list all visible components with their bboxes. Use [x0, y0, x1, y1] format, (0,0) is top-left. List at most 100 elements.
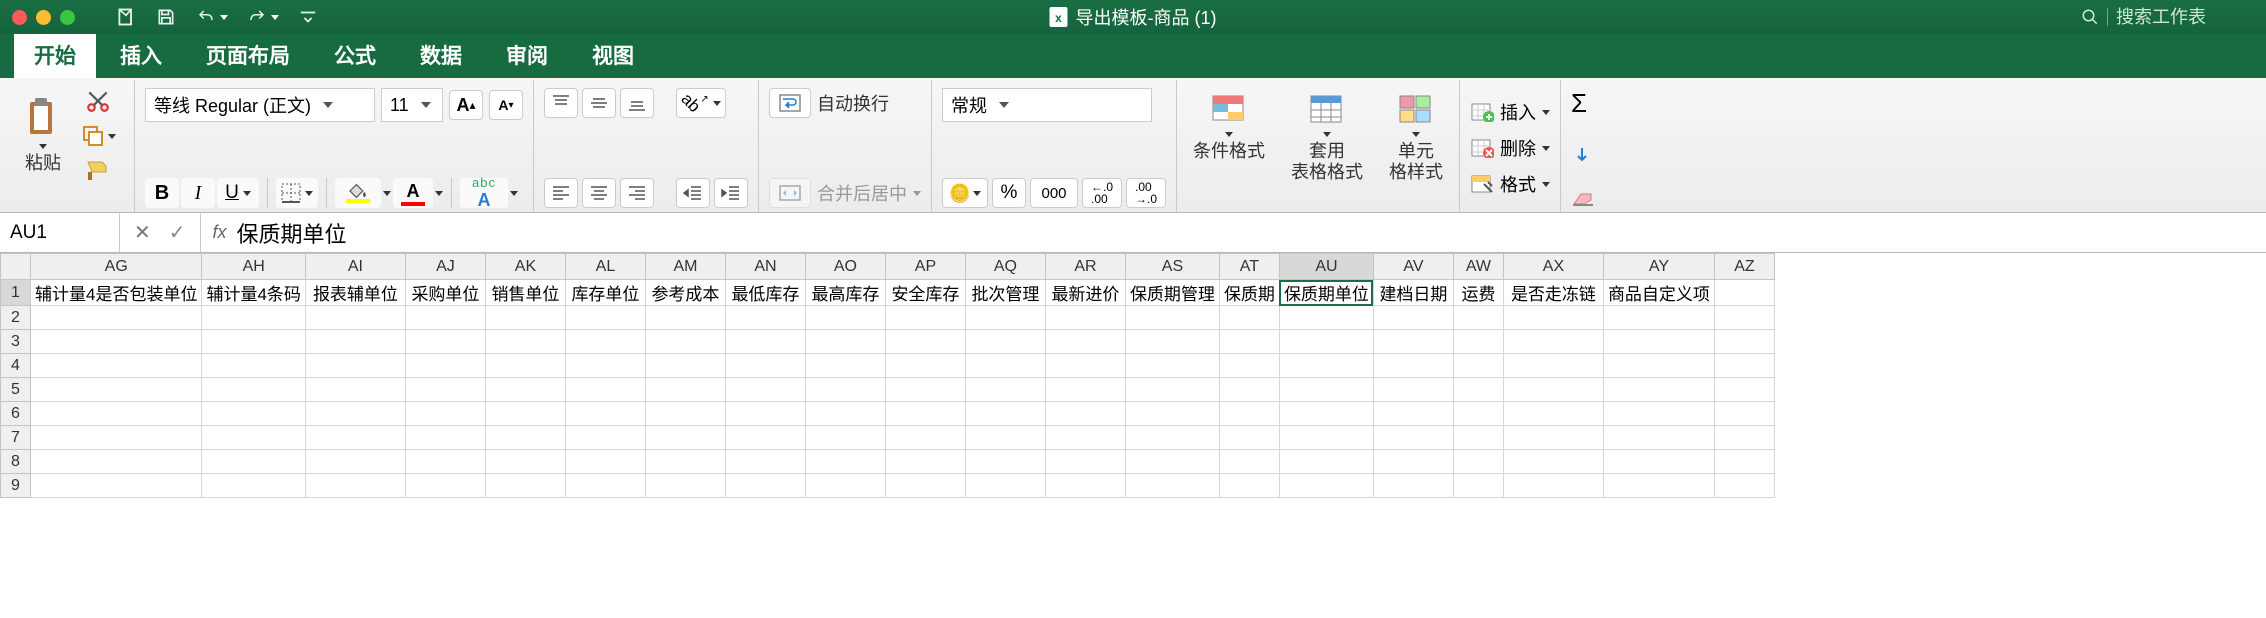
- close-window-button[interactable]: [12, 10, 27, 25]
- paste-button[interactable]: 粘贴: [18, 92, 68, 178]
- clear-icon[interactable]: [1571, 190, 1595, 208]
- cell-AG8[interactable]: [31, 450, 202, 474]
- name-box-up[interactable]: [99, 222, 109, 232]
- cell-AH9[interactable]: [202, 474, 305, 498]
- orientation-button[interactable]: ab↗: [676, 88, 726, 118]
- cell-AL4[interactable]: [565, 354, 645, 378]
- cell-AV5[interactable]: [1373, 378, 1453, 402]
- cell-AQ4[interactable]: [965, 354, 1045, 378]
- cell-AN6[interactable]: [725, 402, 805, 426]
- column-header-AO[interactable]: AO: [805, 254, 885, 280]
- cell-AS3[interactable]: [1125, 330, 1219, 354]
- cell-AP8[interactable]: [885, 450, 965, 474]
- cell-AM8[interactable]: [645, 450, 725, 474]
- cell-AU1[interactable]: 保质期单位: [1279, 280, 1373, 306]
- cell-AT4[interactable]: [1219, 354, 1279, 378]
- cell-AQ2[interactable]: [965, 306, 1045, 330]
- cell-AM3[interactable]: [645, 330, 725, 354]
- cell-AH2[interactable]: [202, 306, 305, 330]
- cell-AU6[interactable]: [1279, 402, 1373, 426]
- font-size-select[interactable]: 11: [381, 88, 443, 122]
- cell-AX4[interactable]: [1503, 354, 1603, 378]
- row-header-6[interactable]: 6: [1, 402, 31, 426]
- cell-AV3[interactable]: [1373, 330, 1453, 354]
- cell-AV6[interactable]: [1373, 402, 1453, 426]
- cell-AY8[interactable]: [1603, 450, 1714, 474]
- cell-AU3[interactable]: [1279, 330, 1373, 354]
- align-bottom-button[interactable]: [620, 88, 654, 118]
- fill-icon[interactable]: [1571, 145, 1593, 165]
- cell-AW5[interactable]: [1453, 378, 1503, 402]
- cell-AQ9[interactable]: [965, 474, 1045, 498]
- cell-AV2[interactable]: [1373, 306, 1453, 330]
- cell-AK6[interactable]: [485, 402, 565, 426]
- column-header-AV[interactable]: AV: [1373, 254, 1453, 280]
- cell-AJ4[interactable]: [405, 354, 485, 378]
- enter-formula-icon[interactable]: ✓: [169, 220, 186, 245]
- redo-icon[interactable]: [246, 6, 268, 28]
- column-header-AH[interactable]: AH: [202, 254, 305, 280]
- column-header-AY[interactable]: AY: [1603, 254, 1714, 280]
- cell-AQ5[interactable]: [965, 378, 1045, 402]
- phonetic-button[interactable]: abcA: [460, 178, 508, 208]
- cell-AJ9[interactable]: [405, 474, 485, 498]
- name-box-down[interactable]: [99, 234, 109, 244]
- increase-indent-button[interactable]: [714, 178, 748, 208]
- underline-button[interactable]: U: [217, 178, 259, 208]
- decrease-font-button[interactable]: A▾: [489, 90, 523, 120]
- cell-AI1[interactable]: 报表辅单位: [305, 280, 405, 306]
- cell-AO1[interactable]: 最高库存: [805, 280, 885, 306]
- font-name-select[interactable]: 等线 Regular (正文): [145, 88, 375, 122]
- zoom-window-button[interactable]: [60, 10, 75, 25]
- cell-AM1[interactable]: 参考成本: [645, 280, 725, 306]
- cell-AZ3[interactable]: [1714, 330, 1774, 354]
- cell-AX6[interactable]: [1503, 402, 1603, 426]
- cell-AY1[interactable]: 商品自定义项: [1603, 280, 1714, 306]
- cell-AK3[interactable]: [485, 330, 565, 354]
- cell-AK7[interactable]: [485, 426, 565, 450]
- cell-AN5[interactable]: [725, 378, 805, 402]
- select-all-corner[interactable]: [1, 254, 31, 280]
- cell-AT1[interactable]: 保质期: [1219, 280, 1279, 306]
- cancel-formula-icon[interactable]: ✕: [134, 220, 151, 245]
- cell-AZ2[interactable]: [1714, 306, 1774, 330]
- cell-AL7[interactable]: [565, 426, 645, 450]
- ribbon-tab-0[interactable]: 开始: [14, 30, 96, 78]
- column-header-AN[interactable]: AN: [725, 254, 805, 280]
- italic-button[interactable]: I: [181, 178, 215, 208]
- cell-AY6[interactable]: [1603, 402, 1714, 426]
- cell-AQ7[interactable]: [965, 426, 1045, 450]
- cell-AO9[interactable]: [805, 474, 885, 498]
- cell-AS9[interactable]: [1125, 474, 1219, 498]
- cell-AW1[interactable]: 运费: [1453, 280, 1503, 306]
- cell-AQ3[interactable]: [965, 330, 1045, 354]
- cell-AI2[interactable]: [305, 306, 405, 330]
- row-header-9[interactable]: 9: [1, 474, 31, 498]
- cell-AX2[interactable]: [1503, 306, 1603, 330]
- cell-AU2[interactable]: [1279, 306, 1373, 330]
- cell-AP3[interactable]: [885, 330, 965, 354]
- column-header-AS[interactable]: AS: [1125, 254, 1219, 280]
- cell-AL8[interactable]: [565, 450, 645, 474]
- cell-AM4[interactable]: [645, 354, 725, 378]
- cell-AZ5[interactable]: [1714, 378, 1774, 402]
- cell-AP7[interactable]: [885, 426, 965, 450]
- name-box[interactable]: AU1: [0, 213, 120, 252]
- comma-button[interactable]: 000: [1030, 178, 1078, 208]
- cell-AM5[interactable]: [645, 378, 725, 402]
- cell-AY5[interactable]: [1603, 378, 1714, 402]
- ribbon-tab-1[interactable]: 插入: [100, 30, 182, 78]
- cell-AR9[interactable]: [1045, 474, 1125, 498]
- cell-AW7[interactable]: [1453, 426, 1503, 450]
- cell-AZ1[interactable]: [1714, 280, 1774, 306]
- column-header-AU[interactable]: AU: [1279, 254, 1373, 280]
- ribbon-tab-4[interactable]: 数据: [400, 30, 482, 78]
- undo-dropdown-icon[interactable]: [220, 15, 228, 20]
- cell-AY3[interactable]: [1603, 330, 1714, 354]
- cell-AS5[interactable]: [1125, 378, 1219, 402]
- cell-AJ3[interactable]: [405, 330, 485, 354]
- row-header-3[interactable]: 3: [1, 330, 31, 354]
- cell-AL5[interactable]: [565, 378, 645, 402]
- cell-AR6[interactable]: [1045, 402, 1125, 426]
- cell-AJ5[interactable]: [405, 378, 485, 402]
